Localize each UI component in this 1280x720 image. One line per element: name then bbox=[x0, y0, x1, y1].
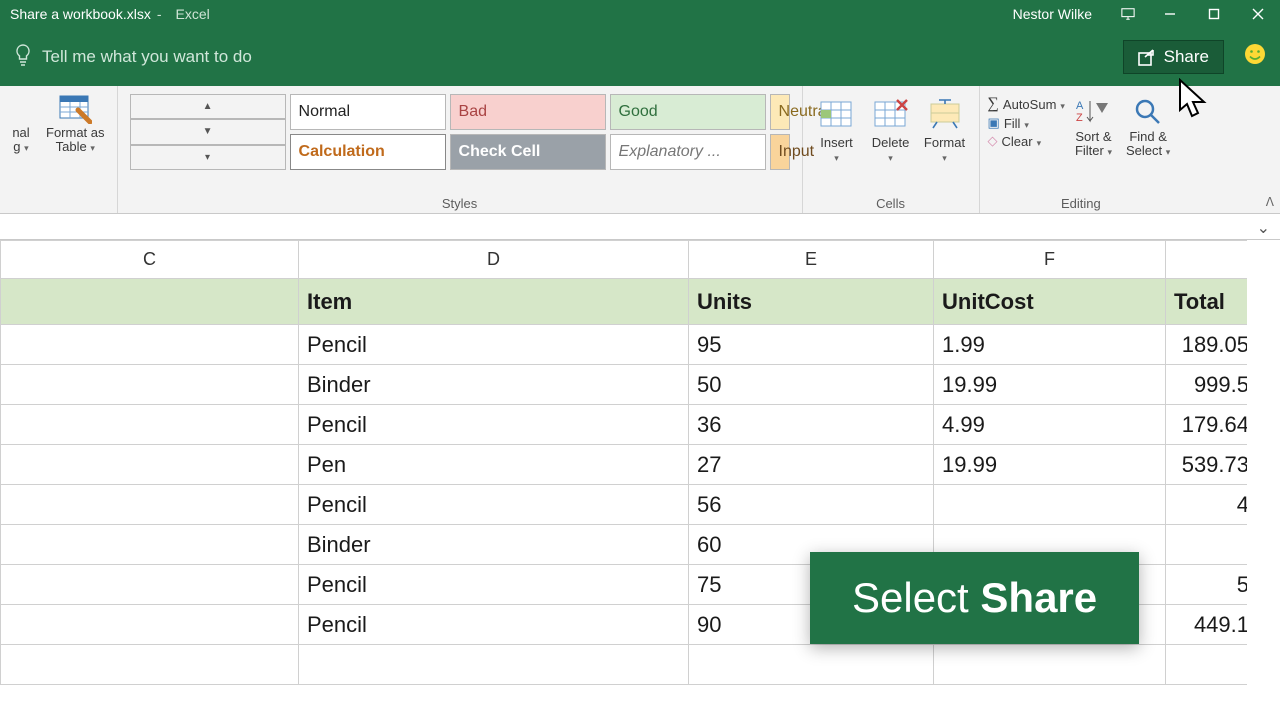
cell-styles-gallery[interactable]: Normal Bad Good Neutral ▲▼▾ Calculation … bbox=[126, 90, 794, 174]
user-name: Nestor Wilke bbox=[1013, 6, 1092, 22]
share-button[interactable]: Share bbox=[1123, 40, 1224, 74]
lightbulb-icon bbox=[14, 44, 32, 71]
svg-text:A: A bbox=[1076, 100, 1084, 112]
app-name: Excel bbox=[176, 6, 210, 22]
fill-button[interactable]: ▣Fill bbox=[988, 114, 1065, 132]
column-headers[interactable]: C D E F ▲ bbox=[1, 241, 1247, 279]
style-bad[interactable]: Bad bbox=[450, 94, 606, 130]
col-C: C bbox=[1, 241, 299, 279]
ribbon: nalg Format asTable Normal Bad Good Neut… bbox=[0, 86, 1280, 214]
minimize-button[interactable] bbox=[1148, 0, 1192, 28]
conditional-formatting-button[interactable]: nalg bbox=[0, 90, 42, 157]
table-row: Binder5019.99999.5 bbox=[1, 365, 1247, 405]
maximize-button[interactable] bbox=[1192, 0, 1236, 28]
formula-bar[interactable]: ⌄ bbox=[0, 214, 1280, 240]
tellme-bar: Tell me what you want to do Share bbox=[0, 28, 1280, 86]
format-button[interactable]: Format bbox=[919, 92, 971, 167]
table-row: Pen2719.99539.73 bbox=[1, 445, 1247, 485]
titlebar: Share a workbook.xlsx - Excel Nestor Wil… bbox=[0, 0, 1280, 28]
instruction-banner: Select Share bbox=[810, 552, 1139, 644]
style-input[interactable]: Input bbox=[770, 134, 790, 170]
col-E: E bbox=[689, 241, 934, 279]
find-select-button[interactable]: Find &Select bbox=[1122, 94, 1174, 161]
filename: Share a workbook.xlsx bbox=[10, 6, 151, 22]
table-row: Pencil364.99179.64 bbox=[1, 405, 1247, 445]
gallery-up[interactable]: ▲ bbox=[130, 94, 286, 119]
close-button[interactable] bbox=[1236, 0, 1280, 28]
svg-text:Z: Z bbox=[1076, 112, 1083, 124]
insert-button[interactable]: Insert bbox=[811, 92, 863, 167]
cells-group-label: Cells bbox=[876, 196, 905, 211]
style-calculation[interactable]: Calculation bbox=[290, 134, 446, 170]
share-label: Share bbox=[1164, 47, 1209, 67]
format-as-table-button[interactable]: Format asTable bbox=[42, 90, 109, 157]
styles-group-label: Styles bbox=[442, 196, 477, 211]
tellme-input[interactable]: Tell me what you want to do bbox=[42, 47, 252, 67]
clear-button[interactable]: ◇Clear bbox=[988, 132, 1065, 150]
table-row: Pencil951.99189.05 bbox=[1, 325, 1247, 365]
style-neutral[interactable]: Neutral bbox=[770, 94, 790, 130]
autosum-button[interactable]: ∑AutoSum bbox=[988, 94, 1065, 114]
style-normal[interactable]: Normal bbox=[290, 94, 446, 130]
style-check-cell[interactable]: Check Cell bbox=[450, 134, 606, 170]
table-row bbox=[1, 645, 1247, 685]
col-F: F bbox=[934, 241, 1166, 279]
feedback-icon[interactable] bbox=[1244, 43, 1266, 71]
style-good[interactable]: Good bbox=[610, 94, 766, 130]
table-row: Pencil564 bbox=[1, 485, 1247, 525]
gallery-down[interactable]: ▼ bbox=[130, 119, 286, 144]
gallery-more[interactable]: ▾ bbox=[130, 145, 286, 170]
ribbon-display-icon[interactable] bbox=[1108, 7, 1148, 21]
delete-button[interactable]: Delete bbox=[865, 92, 917, 167]
style-explanatory[interactable]: Explanatory ... bbox=[610, 134, 766, 170]
expand-formula-bar-icon[interactable]: ⌄ bbox=[1247, 214, 1280, 242]
table-header-row[interactable]: Item Units UnitCost Total bbox=[1, 279, 1247, 325]
col-D: D bbox=[299, 241, 689, 279]
sort-filter-button[interactable]: AZSort &Filter bbox=[1071, 94, 1116, 161]
collapse-ribbon-icon[interactable]: ᐱ bbox=[1266, 195, 1274, 209]
editing-group-label: Editing bbox=[1061, 196, 1101, 211]
